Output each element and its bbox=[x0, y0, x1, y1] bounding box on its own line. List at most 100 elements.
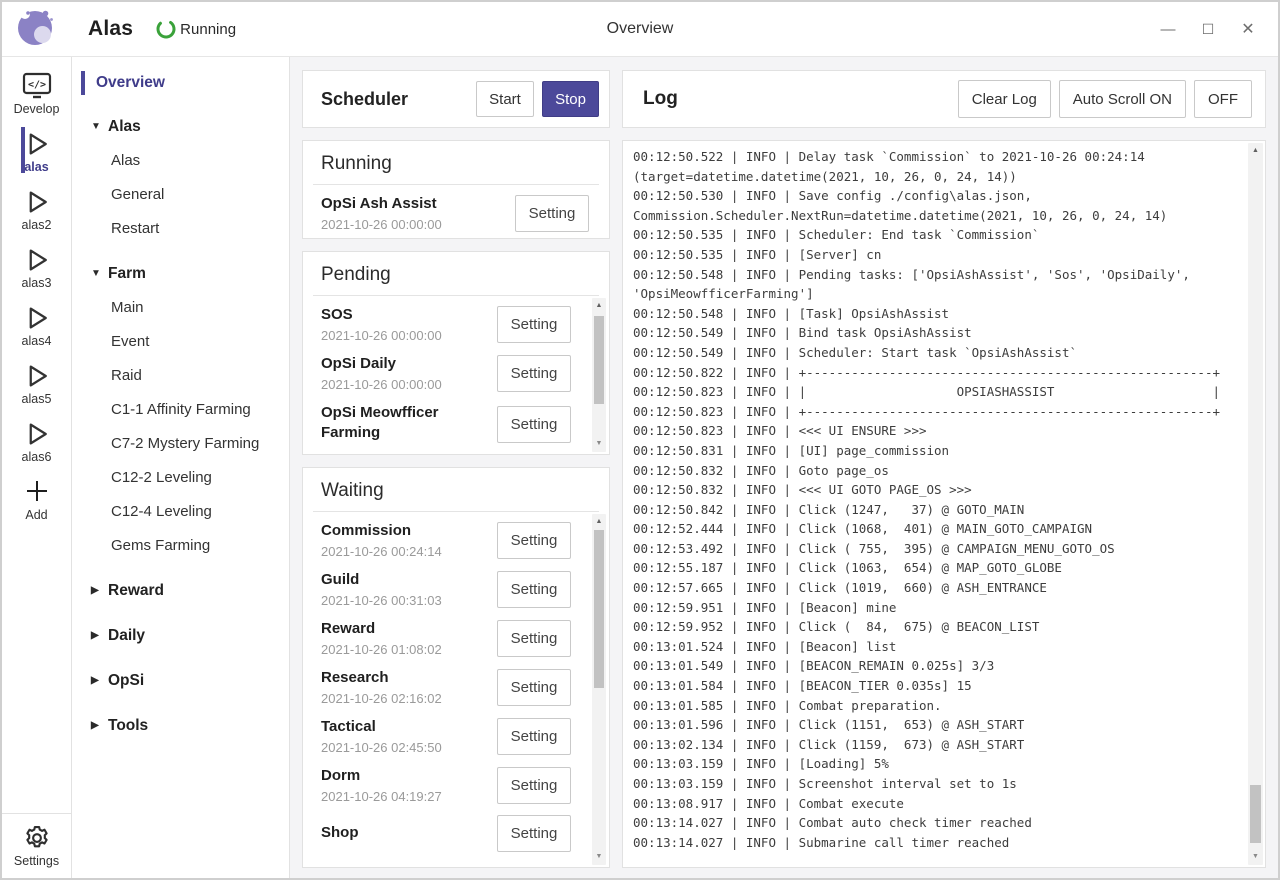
loading-spinner-icon bbox=[155, 18, 177, 40]
task-row-sos: SOS 2021-10-26 00:00:00 Setting bbox=[303, 300, 609, 349]
nav-item-c1-1-affinity-farming[interactable]: C1-1 Affinity Farming bbox=[72, 393, 289, 427]
rail-item-alas[interactable]: alas bbox=[21, 123, 53, 181]
waiting-title: Waiting bbox=[303, 468, 609, 511]
setting-button[interactable]: Setting bbox=[497, 406, 571, 443]
log-scrollbar[interactable]: ▲ ▼ bbox=[1248, 143, 1263, 865]
setting-button[interactable]: Setting bbox=[497, 306, 571, 343]
setting-button[interactable]: Setting bbox=[497, 355, 571, 392]
close-icon[interactable]: ✕ bbox=[1232, 14, 1264, 44]
nav-item-overview[interactable]: Overview bbox=[72, 67, 289, 99]
scrollbar-thumb[interactable] bbox=[1250, 785, 1261, 843]
rail-item-label: alas bbox=[21, 160, 53, 174]
log-line: 00:12:53.492 | INFO | Click ( 755, 395) … bbox=[633, 539, 1237, 559]
start-button[interactable]: Start bbox=[476, 81, 534, 117]
log-line: 00:12:50.823 | INFO | | OPSIASHASSIST | bbox=[633, 382, 1237, 402]
clear-log-button[interactable]: Clear Log bbox=[958, 80, 1051, 118]
auto-scroll-off-button[interactable]: OFF bbox=[1194, 80, 1252, 118]
log-line: 00:13:01.584 | INFO | [BEACON_TIER 0.035… bbox=[633, 676, 1237, 696]
nav-group-opsi: ▶ OpSi bbox=[72, 664, 289, 698]
log-line: 00:13:01.585 | INFO | Combat preparation… bbox=[633, 696, 1237, 716]
log-line: 00:12:50.832 | INFO | <<< UI GOTO PAGE_O… bbox=[633, 480, 1237, 500]
nav-group-header-tools[interactable]: ▶ Tools bbox=[72, 709, 289, 743]
triangle-right-icon: ▶ bbox=[91, 574, 108, 608]
task-name: Shop bbox=[321, 823, 497, 843]
log-line: 00:12:50.831 | INFO | [UI] page_commissi… bbox=[633, 441, 1237, 461]
task-next-run-time: 2021-10-26 00:24:14 bbox=[321, 543, 497, 560]
nav-item-event[interactable]: Event bbox=[72, 325, 289, 359]
setting-button[interactable]: Setting bbox=[497, 571, 571, 608]
task-sections: Running OpSi Ash Assist 2021-10-26 00:00… bbox=[302, 140, 610, 868]
scroll-down-icon[interactable]: ▼ bbox=[1248, 851, 1263, 863]
auto-scroll-on-button[interactable]: Auto Scroll ON bbox=[1059, 80, 1186, 118]
task-name: Dorm bbox=[321, 766, 497, 786]
log-line: 00:12:50.530 | INFO | Save config ./conf… bbox=[633, 186, 1237, 206]
nav-item-c7-2-mystery-farming[interactable]: C7-2 Mystery Farming bbox=[72, 427, 289, 461]
maximize-icon[interactable]: ☐ bbox=[1192, 14, 1224, 44]
setting-button[interactable]: Setting bbox=[515, 195, 589, 232]
nav-item-c12-4-leveling[interactable]: C12-4 Leveling bbox=[72, 495, 289, 529]
scroll-up-icon[interactable]: ▲ bbox=[592, 300, 606, 312]
scroll-down-icon[interactable]: ▼ bbox=[592, 438, 606, 450]
setting-button[interactable]: Setting bbox=[497, 522, 571, 559]
log-line: 00:12:50.822 | INFO | +-----------------… bbox=[633, 363, 1237, 383]
rail-item-label: Develop bbox=[2, 102, 71, 116]
nav-group-header-farm[interactable]: ▼ Farm bbox=[72, 257, 289, 291]
nav-group-header-daily[interactable]: ▶ Daily bbox=[72, 619, 289, 653]
setting-button[interactable]: Setting bbox=[497, 669, 571, 706]
task-row-opsi-daily: OpSi Daily 2021-10-26 00:00:00 Setting bbox=[303, 349, 609, 398]
task-next-run-time: 2021-10-26 04:19:27 bbox=[321, 788, 497, 805]
log-line: 00:13:14.027 | INFO | Submarine call tim… bbox=[633, 833, 1237, 853]
rail-item-alas6[interactable]: alas6 bbox=[21, 413, 53, 471]
nav-item-alas[interactable]: Alas bbox=[72, 144, 289, 178]
nav-group-daily: ▶ Daily bbox=[72, 619, 289, 653]
nav-item-raid[interactable]: Raid bbox=[72, 359, 289, 393]
nav-group-label: Daily bbox=[108, 619, 145, 653]
rail-item-alas4[interactable]: alas4 bbox=[21, 297, 53, 355]
titlebar: Alas Running Overview — ☐ ✕ bbox=[2, 2, 1278, 57]
setting-button[interactable]: Setting bbox=[497, 620, 571, 657]
nav-item-general[interactable]: General bbox=[72, 178, 289, 212]
rail-item-label: Add bbox=[2, 508, 71, 522]
log-line: 00:12:50.842 | INFO | Click (1247, 37) @… bbox=[633, 500, 1237, 520]
task-info: Dorm 2021-10-26 04:19:27 bbox=[321, 766, 497, 805]
nav-group-header-reward[interactable]: ▶ Reward bbox=[72, 574, 289, 608]
pending-scrollbar[interactable]: ▲ ▼ bbox=[592, 298, 606, 452]
waiting-scrollbar[interactable]: ▲ ▼ bbox=[592, 514, 606, 865]
nav-group-header-opsi[interactable]: ▶ OpSi bbox=[72, 664, 289, 698]
log-line: 00:13:14.027 | INFO | Combat auto check … bbox=[633, 813, 1237, 833]
nav-item-gems-farming[interactable]: Gems Farming bbox=[72, 529, 289, 563]
task-info: Research 2021-10-26 02:16:02 bbox=[321, 668, 497, 707]
task-info: OpSi Daily 2021-10-26 00:00:00 bbox=[321, 354, 497, 393]
scrollbar-thumb[interactable] bbox=[594, 316, 604, 404]
nav-item-main[interactable]: Main bbox=[72, 291, 289, 325]
rail-item-label: alas5 bbox=[21, 392, 53, 406]
minimize-icon[interactable]: — bbox=[1152, 14, 1184, 44]
scroll-up-icon[interactable]: ▲ bbox=[592, 516, 606, 528]
scroll-up-icon[interactable]: ▲ bbox=[1248, 145, 1263, 157]
log-line: 00:12:50.823 | INFO | <<< UI ENSURE >>> bbox=[633, 421, 1237, 441]
rail-item-settings[interactable]: Settings bbox=[2, 813, 71, 878]
setting-button[interactable]: Setting bbox=[497, 718, 571, 755]
log-panel[interactable]: 00:12:50.522 | INFO | Delay task `Commis… bbox=[622, 140, 1266, 868]
nav-group-tools: ▶ Tools bbox=[72, 709, 289, 743]
nav-group-header-alas[interactable]: ▼ Alas bbox=[72, 110, 289, 144]
nav-item-restart[interactable]: Restart bbox=[72, 212, 289, 246]
triangle-down-icon: ▼ bbox=[91, 110, 108, 144]
nav-group-reward: ▶ Reward bbox=[72, 574, 289, 608]
rail-item-add[interactable]: Add bbox=[2, 471, 71, 529]
play-icon bbox=[21, 361, 53, 391]
scroll-down-icon[interactable]: ▼ bbox=[592, 851, 606, 863]
rail-item-alas2[interactable]: alas2 bbox=[21, 181, 53, 239]
stop-button[interactable]: Stop bbox=[542, 81, 599, 117]
rail-item-alas3[interactable]: alas3 bbox=[21, 239, 53, 297]
rail-item-alas5[interactable]: alas5 bbox=[21, 355, 53, 413]
log-line: 00:12:50.522 | INFO | Delay task `Commis… bbox=[633, 147, 1237, 167]
log-line: 00:12:50.535 | INFO | [Server] cn bbox=[633, 245, 1237, 265]
rail-item-develop[interactable]: </> Develop bbox=[2, 65, 71, 123]
task-name: Guild bbox=[321, 570, 497, 590]
setting-button[interactable]: Setting bbox=[497, 767, 571, 804]
log-title: Log bbox=[643, 88, 958, 110]
nav-item-c12-2-leveling[interactable]: C12-2 Leveling bbox=[72, 461, 289, 495]
scrollbar-thumb[interactable] bbox=[594, 530, 604, 688]
setting-button[interactable]: Setting bbox=[497, 815, 571, 852]
